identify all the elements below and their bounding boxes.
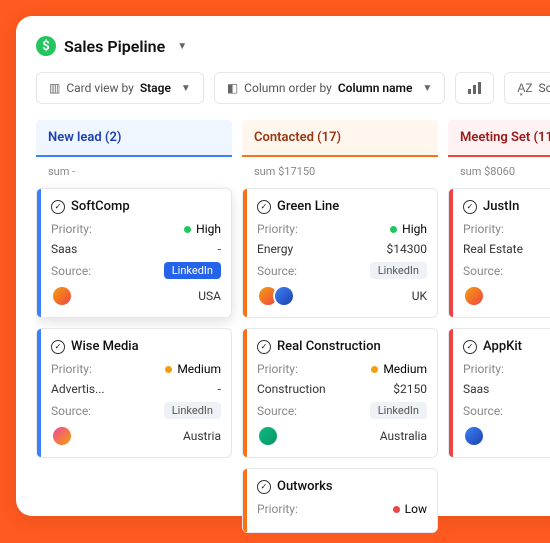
check-circle-icon: ✓ <box>463 340 477 354</box>
chevron-down-icon: ▼ <box>422 83 432 94</box>
sort-az-icon: A͓Z <box>517 81 532 95</box>
columns-icon: ◧ <box>227 81 238 95</box>
card-green-line[interactable]: ✓Green Line Priority:High Energy$14300 S… <box>242 188 438 318</box>
priority-dot-high <box>390 226 397 233</box>
column-order-selector[interactable]: ◧ Column order by Column name ▼ <box>214 72 445 104</box>
column-header[interactable]: Meeting Set (11) <box>448 120 550 157</box>
source-tag[interactable]: LinkedIn <box>164 402 221 419</box>
page-header: $ Sales Pipeline ▼ <box>36 36 550 56</box>
toolbar: ▥ Card view by Stage ▼ ◧ Column order by… <box>36 72 550 104</box>
kanban-icon: ▥ <box>49 81 60 95</box>
priority-dot-medium <box>165 366 172 373</box>
check-circle-icon: ✓ <box>463 200 477 214</box>
source-tag[interactable]: LinkedIn <box>370 262 427 279</box>
avatar[interactable] <box>51 425 73 447</box>
source-tag[interactable]: LinkedIn <box>164 262 221 279</box>
column-new-lead: New lead (2) sum - ✓SoftComp Priority:Hi… <box>36 120 232 543</box>
priority-dot-low <box>393 506 400 513</box>
check-circle-icon: ✓ <box>51 340 65 354</box>
bar-chart-icon <box>468 82 481 94</box>
column-sum: sum $17150 <box>242 159 438 188</box>
card-view-selector[interactable]: ▥ Card view by Stage ▼ <box>36 72 204 104</box>
avatar[interactable] <box>51 285 73 307</box>
avatar[interactable] <box>463 285 485 307</box>
card-justin[interactable]: ✓JustIn Priority:Hi Real Estate$750 Sour… <box>448 188 550 318</box>
dollar-icon: $ <box>36 36 56 56</box>
card-wise-media[interactable]: ✓Wise Media Priority:Medium Advertis...-… <box>36 328 232 458</box>
column-sum: sum - <box>36 159 232 188</box>
priority-dot-high <box>184 226 191 233</box>
column-contacted: Contacted (17) sum $17150 ✓Green Line Pr… <box>242 120 438 543</box>
check-circle-icon: ✓ <box>257 200 271 214</box>
check-circle-icon: ✓ <box>257 480 271 494</box>
app-window: $ Sales Pipeline ▼ ▥ Card view by Stage … <box>16 16 550 516</box>
column-header[interactable]: Contacted (17) <box>242 120 438 157</box>
check-circle-icon: ✓ <box>257 340 271 354</box>
page-title: Sales Pipeline <box>64 37 165 56</box>
kanban-columns: New lead (2) sum - ✓SoftComp Priority:Hi… <box>36 120 550 543</box>
column-meeting-set: Meeting Set (11) sum $8060 ✓JustIn Prior… <box>448 120 550 543</box>
avatar[interactable] <box>257 425 279 447</box>
avatar[interactable] <box>463 425 485 447</box>
sort-selector[interactable]: A͓Z Sort by Cre <box>504 72 550 104</box>
card-softcomp[interactable]: ✓SoftComp Priority:High Saas- Source:Lin… <box>36 188 232 318</box>
card-real-construction[interactable]: ✓Real Construction Priority:Medium Const… <box>242 328 438 458</box>
source-tag[interactable]: LinkedIn <box>370 402 427 419</box>
card-outworks[interactable]: ✓Outworks Priority:Low <box>242 468 438 533</box>
chevron-down-icon[interactable]: ▼ <box>177 41 187 52</box>
avatar[interactable] <box>273 285 295 307</box>
chevron-down-icon: ▼ <box>181 83 191 94</box>
card-appkit[interactable]: ✓AppKit Priority:Lo Saas$560 Source:Link… <box>448 328 550 458</box>
chart-button[interactable] <box>455 72 494 104</box>
check-circle-icon: ✓ <box>51 200 65 214</box>
column-header[interactable]: New lead (2) <box>36 120 232 157</box>
column-sum: sum $8060 <box>448 159 550 188</box>
priority-dot-medium <box>371 366 378 373</box>
